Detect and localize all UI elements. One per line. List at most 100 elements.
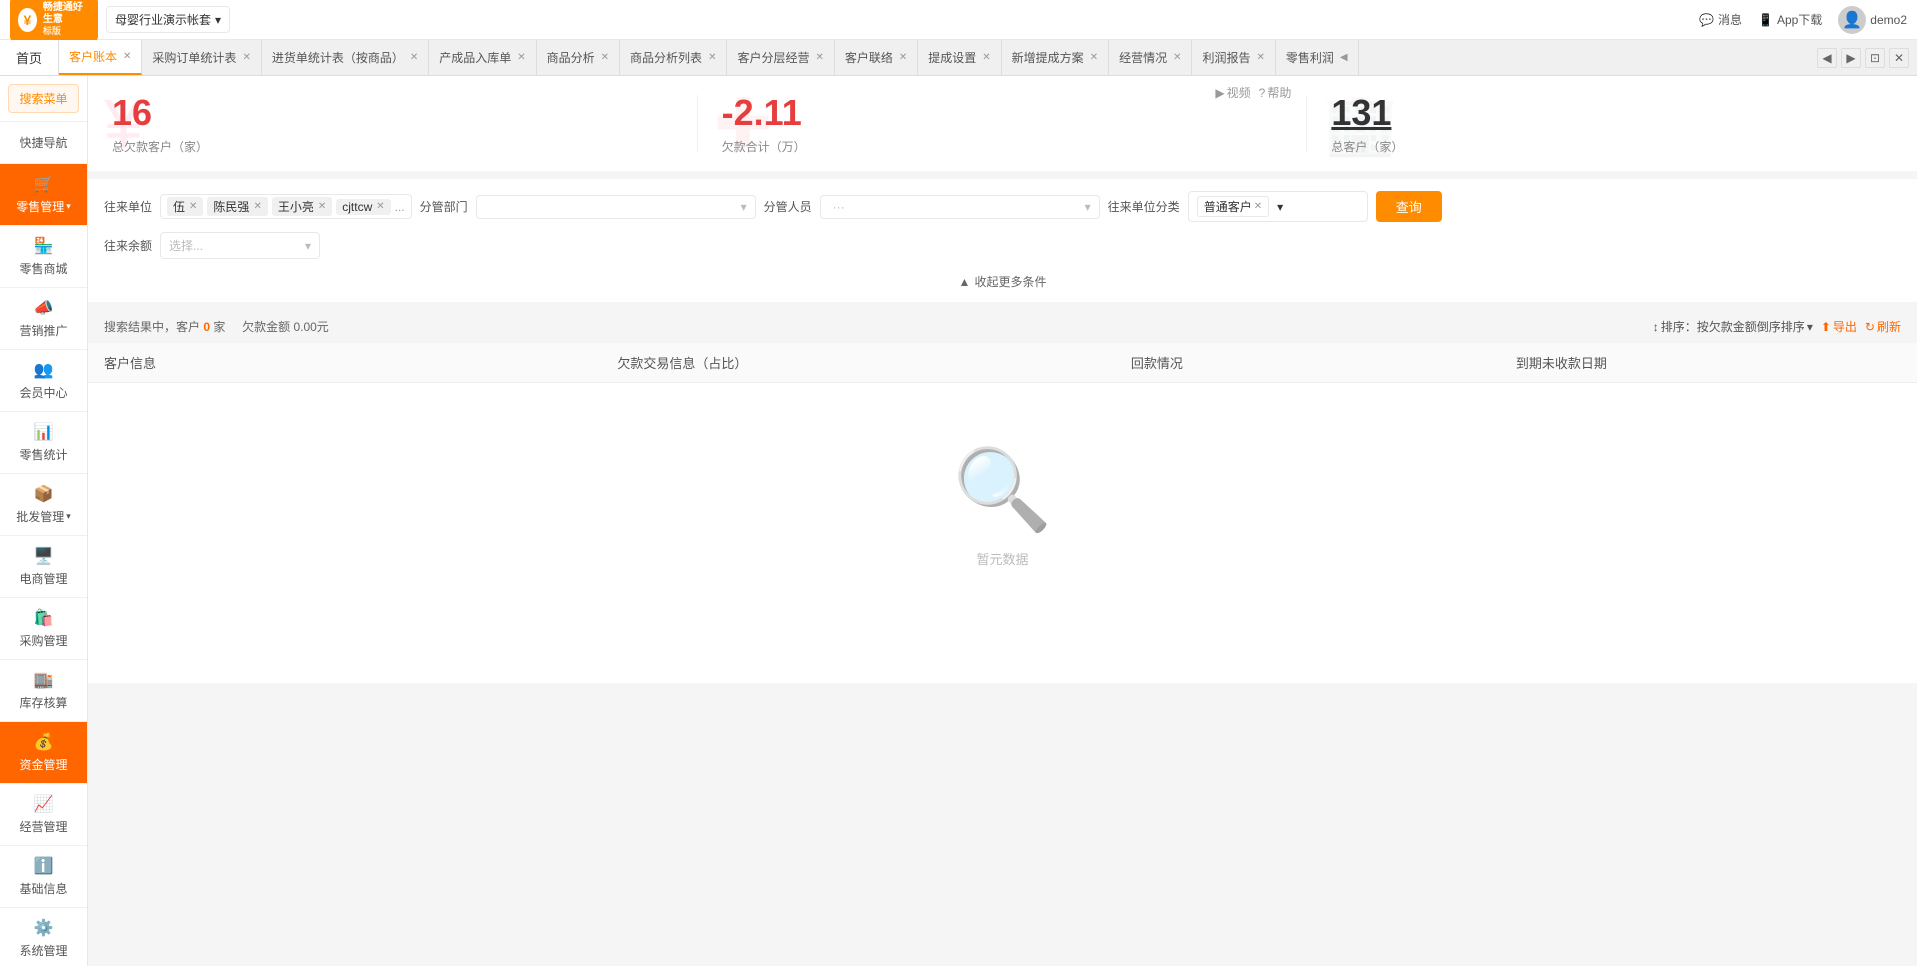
tab-commission-setting[interactable]: 提成设置 ✕ (918, 40, 1001, 75)
app-download-label: App下载 (1777, 11, 1822, 28)
balance-chevron-icon: ▾ (305, 239, 311, 253)
close-icon[interactable]: ✕ (242, 52, 250, 63)
close-icon[interactable]: ✕ (815, 52, 823, 63)
sidebar-item-marketing[interactable]: 📣 营销推广 (0, 288, 87, 350)
close-icon[interactable]: ✕ (708, 52, 716, 63)
top-bar: ¥ 畅捷通好生意 标版 母婴行业演示帐套 ▾ 💬 消息 📱 App下载 👤 de… (0, 0, 1917, 40)
close-icon[interactable]: ✕ (601, 52, 609, 63)
category-selector[interactable]: 普通客户 ✕ ▾ (1188, 191, 1368, 222)
close-icon[interactable]: ◀ (1340, 52, 1348, 63)
sidebar-item-finance[interactable]: 💰 资金管理 (0, 722, 87, 784)
close-icon[interactable]: ✕ (982, 52, 990, 63)
retail-icon: 🛒 (34, 174, 54, 194)
company-selector[interactable]: 母婴行业演示帐套 ▾ (106, 6, 230, 33)
user-profile[interactable]: 👤 demo2 (1838, 6, 1907, 34)
sidebar-search-section: 搜索菜单 (0, 76, 87, 122)
more-tags-indicator[interactable]: ... (395, 200, 405, 214)
sidebar-item-basic-info[interactable]: ℹ️ 基础信息 (0, 846, 87, 908)
close-icon[interactable]: ✕ (517, 52, 525, 63)
col-header-debt-info: 欠款交易信息（占比） (617, 353, 1130, 372)
tab-operations[interactable]: 经营情况 ✕ (1109, 40, 1192, 75)
close-icon[interactable]: ✕ (1090, 52, 1098, 63)
sidebar-item-retail-mall[interactable]: 🏪 零售商城 (0, 226, 87, 288)
wholesale-icon: 📦 (34, 484, 54, 504)
export-label: 导出 (1833, 318, 1857, 335)
sidebar-item-purchase[interactable]: 🛍️ 采购管理 (0, 598, 87, 660)
close-icon[interactable]: ✕ (1173, 52, 1181, 63)
refresh-icon: ↻ (1865, 320, 1875, 334)
tab-next-button[interactable]: ▶ (1841, 48, 1861, 68)
tag-close-2[interactable]: ✕ (318, 201, 326, 212)
sidebar-wholesale-label: 批发管理 (16, 508, 64, 525)
category-tag-close-icon[interactable]: ✕ (1254, 201, 1262, 212)
person-more-dots: ··· (833, 200, 845, 214)
avatar: 👤 (1838, 6, 1866, 34)
category-selected-text: 普通客户 (1204, 198, 1252, 215)
tab-new-commission[interactable]: 新增提成方案 ✕ (1002, 40, 1109, 75)
tab-product-analysis-list[interactable]: 商品分析列表 ✕ (620, 40, 727, 75)
tab-customer-contact[interactable]: 客户联络 ✕ (835, 40, 918, 75)
filter-row-2: 往来余额 选择... ▾ (104, 232, 1901, 259)
search-menu-button[interactable]: 搜索菜单 (8, 84, 79, 113)
sidebar-item-inventory[interactable]: 🏬 库存核算 (0, 660, 87, 722)
filter-area: 往来单位 伍 ✕ 陈民强 ✕ 王小亮 ✕ cjttcw (88, 179, 1917, 302)
tab-product-inbound[interactable]: 产成品入库单 ✕ (429, 40, 536, 75)
app-download-button[interactable]: 📱 App下载 (1758, 11, 1822, 28)
tab-prev-button[interactable]: ◀ (1817, 48, 1837, 68)
query-button[interactable]: 查询 (1376, 191, 1442, 222)
balance-placeholder: 选择... (169, 237, 203, 254)
sort-button[interactable]: ↕ 排序：按欠款金额倒序排序 ▾ (1653, 318, 1813, 335)
balance-dropdown[interactable]: 选择... ▾ (160, 232, 320, 259)
tab-close-all-button[interactable]: ✕ (1889, 48, 1909, 68)
filter-row-1: 往来单位 伍 ✕ 陈民强 ✕ 王小亮 ✕ cjttcw (104, 191, 1901, 222)
tab-profit-report[interactable]: 利润报告 ✕ (1192, 40, 1275, 75)
table-body: 🔍 暂元数据 (88, 383, 1917, 683)
refresh-button[interactable]: ↻ 刷新 (1865, 318, 1901, 335)
logo-sub: 标版 (43, 26, 90, 37)
category-filter-label: 往来单位分类 (1108, 198, 1180, 215)
tab-customer-ledger[interactable]: 客户账本 ✕ (59, 40, 142, 75)
close-icon[interactable]: ✕ (410, 52, 418, 63)
tab-purchase-stats[interactable]: 进货单统计表（按商品） ✕ (262, 40, 429, 75)
sidebar-item-operations-mgmt[interactable]: 📈 经营管理 (0, 784, 87, 846)
sidebar-item-member[interactable]: 👥 会员中心 (0, 350, 87, 412)
tag-close-1[interactable]: ✕ (253, 201, 261, 212)
basic-icon: ℹ️ (34, 856, 54, 876)
collapse-button[interactable]: ▲ 收起更多条件 (104, 269, 1901, 298)
result-bar: 搜索结果中，客户 0 家 欠款金额 0.00元 ↕ 排序：按欠款金额倒序排序 ▾… (88, 310, 1917, 343)
tab-purchase-order[interactable]: 采购订单统计表 ✕ (142, 40, 261, 75)
tag-close-3[interactable]: ✕ (376, 201, 384, 212)
dept-dropdown[interactable]: ▾ (476, 195, 756, 219)
tab-home[interactable]: 首页 (0, 40, 59, 75)
tab-customer-segment[interactable]: 客户分层经营 ✕ (727, 40, 834, 75)
filter-tag-3: cjttcw ✕ (336, 199, 390, 215)
top-bar-right: 💬 消息 📱 App下载 👤 demo2 (1699, 6, 1907, 34)
empty-text: 暂元数据 (976, 549, 1028, 568)
sidebar-item-system[interactable]: ⚙️ 系统管理 (0, 908, 87, 966)
home-tab-label: 首页 (16, 48, 42, 67)
sidebar-item-ecommerce[interactable]: 🖥️ 电商管理 (0, 536, 87, 598)
tag-close-0[interactable]: ✕ (189, 201, 197, 212)
person-dropdown[interactable]: ··· ▾ (820, 195, 1100, 219)
chevron-down-icon: ▾ (66, 201, 71, 212)
tab-expand-button[interactable]: ⊡ (1865, 48, 1885, 68)
filter-tag-0: 伍 ✕ (167, 197, 203, 216)
close-icon[interactable]: ✕ (899, 52, 907, 63)
close-icon[interactable]: ✕ (123, 51, 131, 62)
stat-value-customers: 16 (112, 92, 674, 134)
messages-button[interactable]: 💬 消息 (1699, 11, 1742, 28)
sidebar-item-retail[interactable]: 🛒 零售管理 ▾ (0, 164, 87, 226)
sidebar-member-label: 会员中心 (19, 384, 67, 401)
sidebar-retail-mall-label: 零售商城 (19, 260, 67, 277)
sidebar-system-label: 系统管理 (19, 942, 67, 959)
tab-controls: ◀ ▶ ⊡ ✕ (1817, 48, 1917, 68)
sidebar-item-retail-stats[interactable]: 📊 零售统计 (0, 412, 87, 474)
member-icon: 👥 (34, 360, 54, 380)
tab-retail-profit[interactable]: 零售利润 ◀ (1276, 40, 1359, 75)
tab-product-analysis[interactable]: 商品分析 ✕ (537, 40, 620, 75)
message-icon: 💬 (1699, 13, 1714, 27)
sidebar-item-wholesale[interactable]: 📦 批发管理 ▾ (0, 474, 87, 536)
quick-nav-button[interactable]: 快捷导航 (8, 130, 79, 155)
close-icon[interactable]: ✕ (1257, 52, 1265, 63)
export-button[interactable]: ⬆ 导出 (1821, 318, 1857, 335)
